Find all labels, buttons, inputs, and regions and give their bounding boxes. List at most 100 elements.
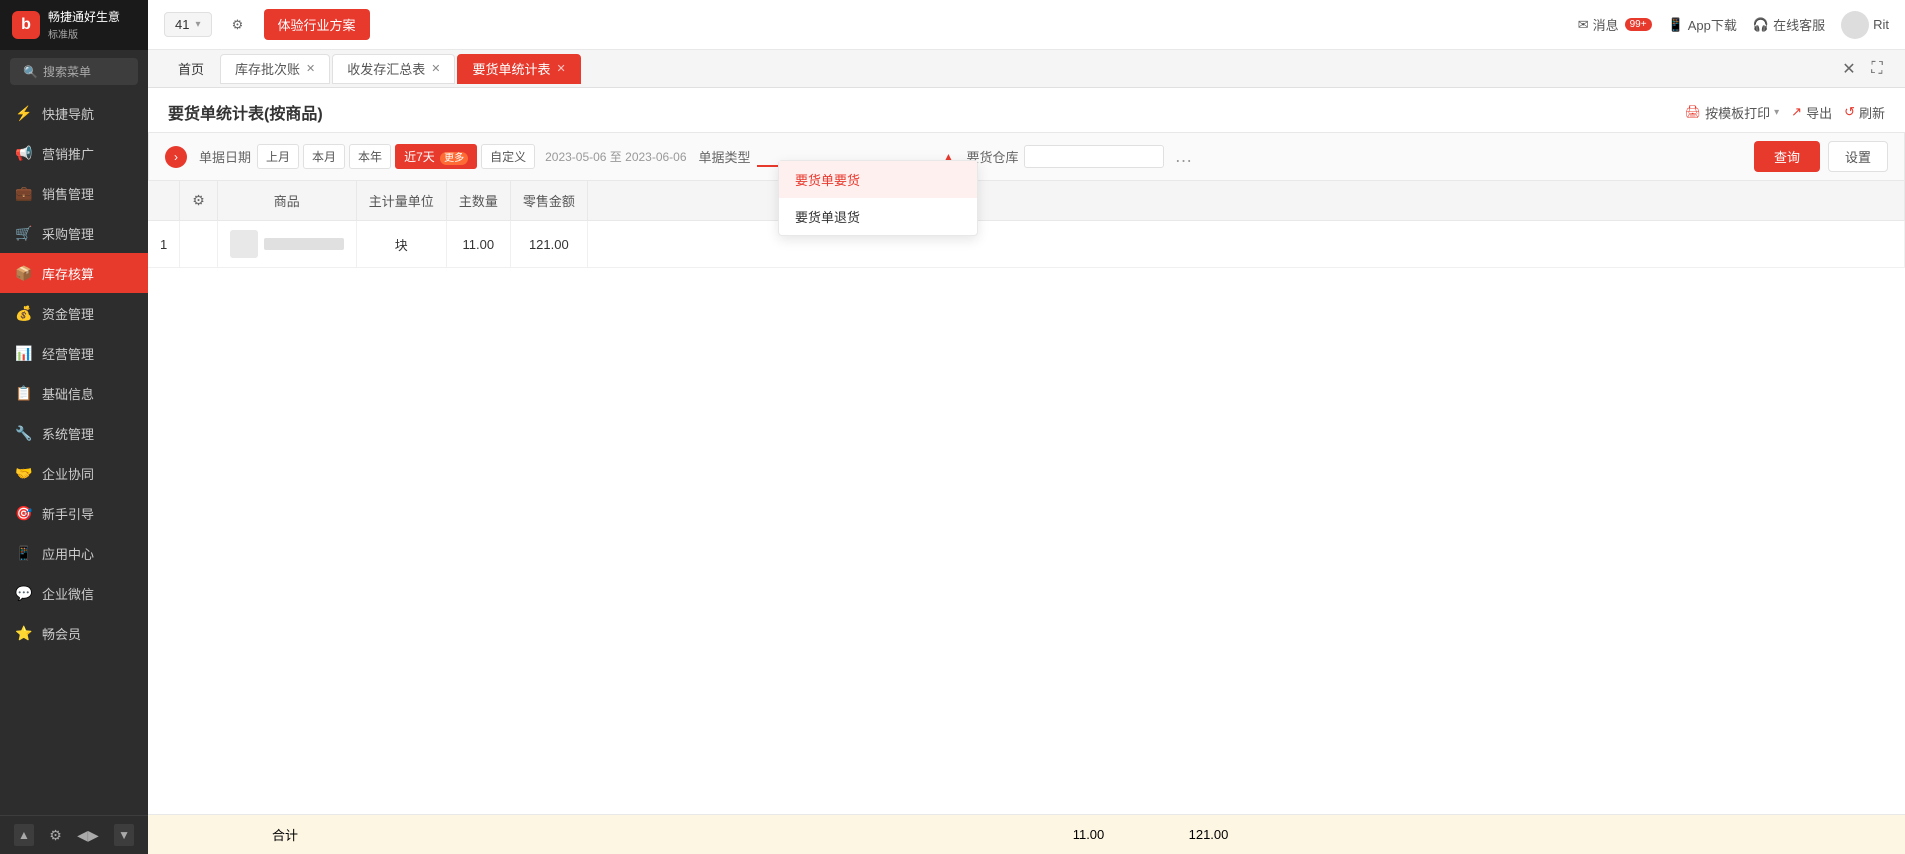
home-tab-label: 首页	[178, 59, 204, 78]
sidebar-item-label: 基础信息	[42, 384, 94, 403]
sidebar-nav: ⚡ 快捷导航 📢 营销推广 💼 销售管理 🛒 采购管理 📦 库存核算 💰 资金管…	[0, 93, 148, 815]
custom-date-btn[interactable]: 自定义	[481, 144, 535, 169]
app-version: 标准版	[48, 26, 120, 41]
store-name: 41	[175, 17, 189, 32]
sidebar-item-label: 库存核算	[42, 264, 94, 283]
sidebar-item-guide[interactable]: 🎯 新手引导	[0, 493, 148, 533]
sales-icon: 💼	[14, 183, 34, 203]
refresh-button[interactable]: ↺ 刷新	[1844, 103, 1885, 122]
header-right: ✉ 消息 99+ 📱 App下载 🎧 在线客服 Rit	[1578, 11, 1889, 39]
date-filter-label: 单据日期	[199, 147, 251, 166]
chevron-down-icon: ▾	[1774, 107, 1779, 118]
filter-settings-button[interactable]: 设置	[1828, 141, 1888, 172]
sidebar-item-sales[interactable]: 💼 销售管理	[0, 173, 148, 213]
amount-cell: 121.00	[510, 221, 587, 268]
page-header: 要货单统计表(按商品) 🖨 按模板打印 ▾ ↗ 导出 ↺ 刷新	[148, 88, 1905, 132]
tab-home[interactable]: 首页	[164, 54, 218, 84]
tab-close-icon[interactable]: ✕	[306, 62, 315, 75]
sidebar-item-members[interactable]: ⭐ 畅会员	[0, 613, 148, 653]
sidebar-item-finance[interactable]: 💰 资金管理	[0, 293, 148, 333]
sidebar-item-base-info[interactable]: 📋 基础信息	[0, 373, 148, 413]
online-service-button[interactable]: 🎧 在线客服	[1753, 15, 1825, 34]
sidebar-logo: b 畅捷通好生意 标准版	[0, 0, 148, 50]
page-content: 要货单统计表(按商品) 🖨 按模板打印 ▾ ↗ 导出 ↺ 刷新	[148, 88, 1905, 854]
chevron-right-icon: ›	[174, 150, 178, 164]
header-gear-button[interactable]: ⚙	[224, 11, 252, 39]
sidebar-item-label: 快捷导航	[42, 104, 94, 123]
this-month-btn[interactable]: 本月	[303, 144, 345, 169]
unit-cell: 块	[356, 221, 446, 268]
finance-icon: 💰	[14, 303, 34, 323]
settings-icon[interactable]: ⚙	[49, 827, 62, 844]
sidebar-item-inventory[interactable]: 📦 库存核算	[0, 253, 148, 293]
tabs-right: ✕ ⛶	[1837, 57, 1889, 81]
tab-receive-summary[interactable]: 收发存汇总表 ✕	[332, 54, 455, 84]
filter-bar: › 单据日期 上月 本月 本年 近7天 更多 自定义 2023-05-06 至 …	[148, 132, 1905, 181]
more-filters-icon[interactable]: …	[1174, 146, 1192, 167]
guide-icon: 🎯	[14, 503, 34, 523]
dropdown-item-order-goods[interactable]: 要货单要货	[779, 161, 977, 198]
print-button[interactable]: 🖨 按模板打印 ▾	[1685, 103, 1780, 122]
product-thumbnail	[230, 230, 258, 258]
sidebar-item-app-center[interactable]: 📱 应用中心	[0, 533, 148, 573]
quantity-column-header: 主数量	[446, 181, 510, 221]
sidebar-item-operations[interactable]: 📊 经营管理	[0, 333, 148, 373]
enterprise-icon: 🤝	[14, 463, 34, 483]
close-tab-icon[interactable]: ✕	[1837, 57, 1861, 81]
sidebar-item-label: 销售管理	[42, 184, 94, 203]
tab-order-stats[interactable]: 要货单统计表 ✕	[457, 54, 580, 84]
app-download-button[interactable]: 📱 App下载	[1668, 15, 1737, 34]
wechat-icon: 💬	[14, 583, 34, 603]
dropdown-item-order-return[interactable]: 要货单退货	[779, 198, 977, 235]
table-header-row: ⚙ 商品 主计量单位 主数量 零售金额	[148, 181, 1905, 221]
page-title: 要货单统计表(按商品)	[168, 100, 323, 124]
order-stats-label: 要货单统计表	[472, 59, 550, 78]
maximize-icon[interactable]: ⛶	[1865, 57, 1889, 81]
sidebar-item-label: 营销推广	[42, 144, 94, 163]
base-info-icon: 📋	[14, 383, 34, 403]
sidebar-item-label: 畅会员	[42, 624, 81, 643]
chevron-down-icon: ▼	[118, 828, 130, 842]
quick-nav-icon: ⚡	[14, 103, 34, 123]
messages-button[interactable]: ✉ 消息 99+	[1578, 15, 1652, 34]
scroll-down-btn[interactable]: ▼	[114, 824, 134, 846]
export-button[interactable]: ↗ 导出	[1791, 103, 1832, 122]
dropdown-item-label: 要货单退货	[795, 210, 860, 225]
tab-close-icon[interactable]: ✕	[431, 62, 440, 75]
search-menu[interactable]: 🔍 搜索菜单	[10, 58, 138, 85]
header: 41 ▾ ⚙ 体验行业方案 ✉ 消息 99+ 📱 App下载 🎧 在线客服 R	[148, 0, 1905, 50]
promo-button[interactable]: 体验行业方案	[264, 9, 370, 40]
sidebar-item-quick-nav[interactable]: ⚡ 快捷导航	[0, 93, 148, 133]
sidebar-item-wechat[interactable]: 💬 企业微信	[0, 573, 148, 613]
sidebar-item-marketing[interactable]: 📢 营销推广	[0, 133, 148, 173]
inventory-icon: 📦	[14, 263, 34, 283]
last-7-days-btn[interactable]: 近7天 更多	[395, 144, 477, 169]
warehouse-filter-input[interactable]	[1024, 145, 1164, 168]
filter-actions: 查询 设置	[1754, 141, 1888, 172]
chevron-up-icon: ▲	[18, 828, 30, 842]
sidebar-item-purchase[interactable]: 🛒 采购管理	[0, 213, 148, 253]
store-selector[interactable]: 41 ▾	[164, 12, 212, 37]
query-button[interactable]: 查询	[1754, 141, 1820, 172]
this-year-btn[interactable]: 本年	[349, 144, 391, 169]
sidebar-item-enterprise[interactable]: 🤝 企业协同	[0, 453, 148, 493]
sidebar-item-system[interactable]: 🔧 系统管理	[0, 413, 148, 453]
date-buttons: 上月 本月 本年 近7天 更多 自定义	[257, 144, 535, 169]
dropdown-item-label: 要货单要货	[795, 173, 860, 188]
filter-expand-button[interactable]: ›	[165, 146, 187, 168]
seq-cell: 1	[148, 221, 180, 268]
tabs-bar: 首页 库存批次账 ✕ 收发存汇总表 ✕ 要货单统计表 ✕ ✕ ⛶	[148, 50, 1905, 88]
date-filter-group: 单据日期 上月 本月 本年 近7天 更多 自定义 2023-05-06 至 20…	[199, 144, 687, 169]
amount-column-header: 零售金额	[510, 181, 587, 221]
column-settings-icon[interactable]: ⚙	[192, 192, 205, 208]
last-month-btn[interactable]: 上月	[257, 144, 299, 169]
sidebar-bottom: ▲ ⚙ ◀▶ ▼	[0, 815, 148, 854]
sidebar-item-label: 系统管理	[42, 424, 94, 443]
tab-close-icon[interactable]: ✕	[557, 62, 566, 75]
user-menu[interactable]: Rit	[1841, 11, 1889, 39]
tab-batch-account[interactable]: 库存批次账 ✕	[220, 54, 330, 84]
chevron-down-icon: ▾	[195, 19, 200, 30]
scroll-up-btn[interactable]: ▲	[14, 824, 34, 846]
collapse-sidebar-icon[interactable]: ◀▶	[77, 827, 99, 844]
table-container: ⚙ 商品 主计量单位 主数量 零售金额 1	[148, 181, 1905, 814]
